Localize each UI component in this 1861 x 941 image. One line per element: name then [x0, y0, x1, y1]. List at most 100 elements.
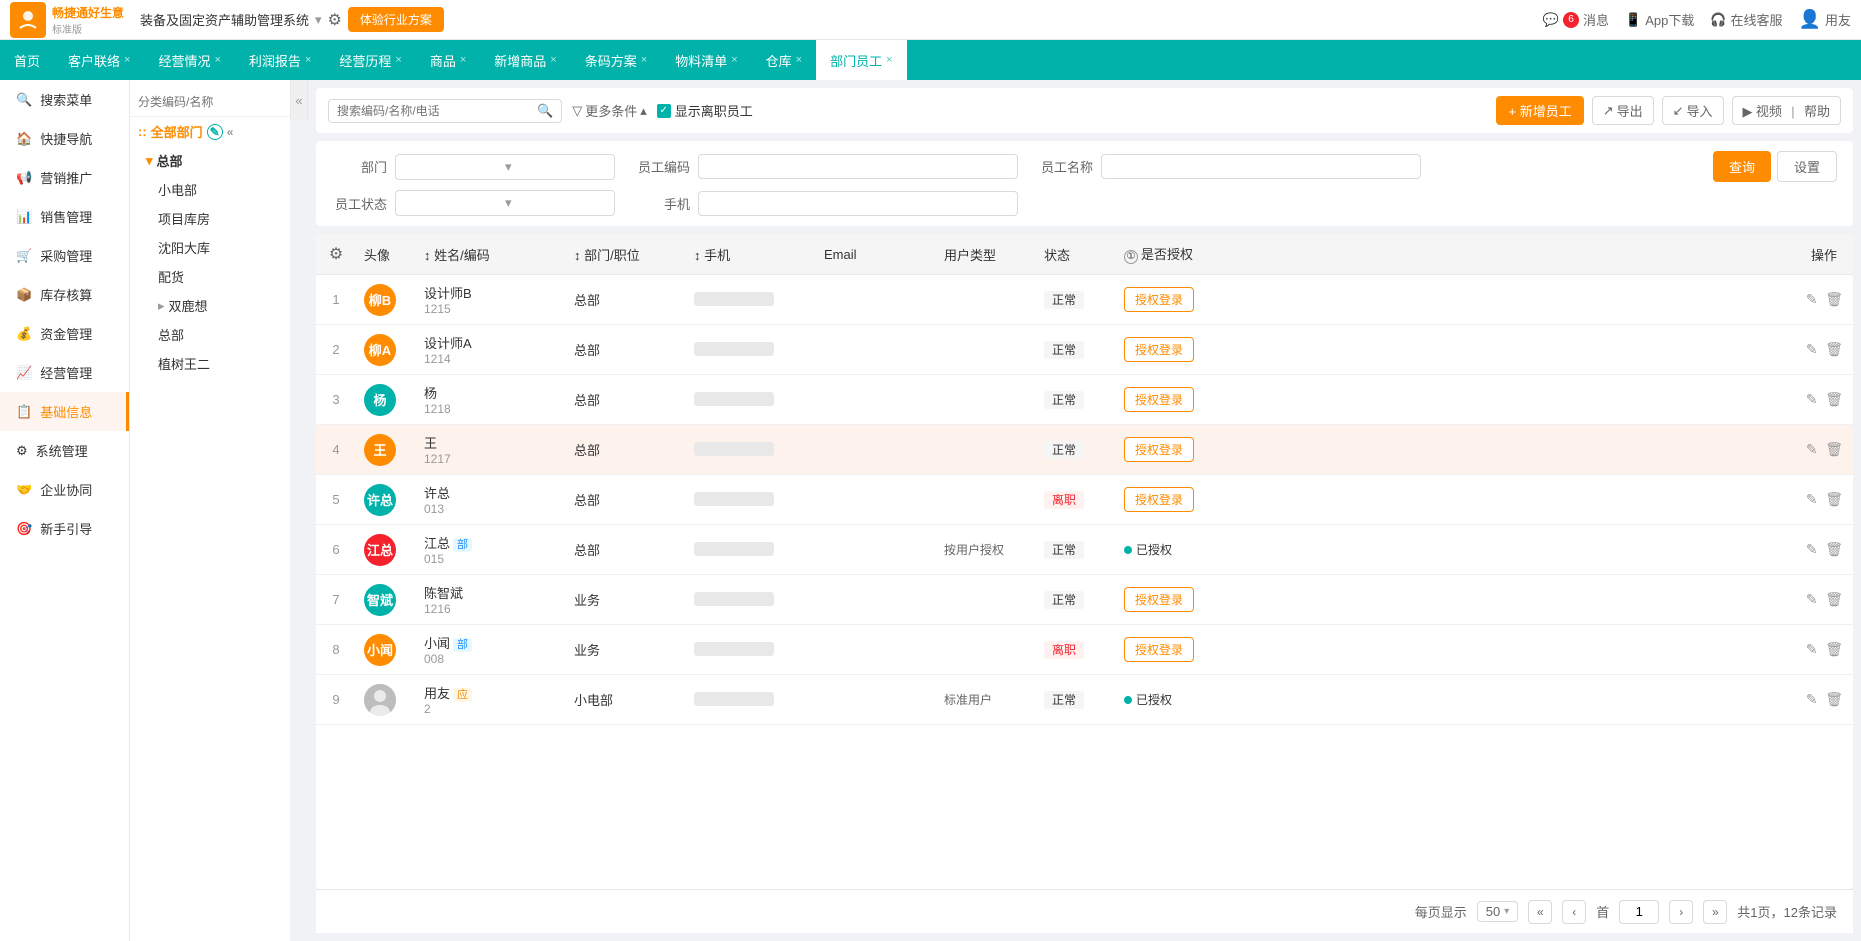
sidebar-item-营销推广[interactable]: 📢营销推广 — [0, 158, 129, 197]
auth-btn[interactable]: 授权登录 — [1124, 337, 1194, 362]
first-page-btn[interactable]: « — [1528, 900, 1552, 924]
all-dept-edit-icon[interactable]: ✎ — [207, 124, 223, 140]
collapse-tree-btn[interactable]: « — [290, 80, 308, 120]
edit-icon[interactable]: ✎ — [1806, 491, 1818, 507]
filter-name-input[interactable] — [1101, 154, 1421, 179]
all-dept-node[interactable]: :: 全部部门 ✎ « — [130, 117, 290, 146]
delete-icon[interactable]: 🗑 — [1825, 291, 1843, 307]
edit-icon[interactable]: ✎ — [1806, 391, 1818, 407]
sidebar-item-系统管理[interactable]: ⚙系统管理 — [0, 431, 129, 470]
tree-search-input[interactable] — [138, 95, 290, 109]
edit-icon[interactable]: ✎ — [1806, 641, 1818, 657]
view-button[interactable]: ▶ 视频 | 帮助 — [1732, 96, 1841, 125]
auth-btn[interactable]: 授权登录 — [1124, 587, 1194, 612]
col-settings[interactable]: ⚙ — [316, 234, 356, 275]
nav-tab-新增商品[interactable]: 新增商品 × — [480, 40, 570, 80]
tab-close-icon[interactable]: × — [550, 54, 556, 66]
col-name[interactable]: ↕ 姓名/编码 — [416, 234, 566, 275]
nav-tab-客户联络[interactable]: 客户联络 × — [54, 40, 144, 80]
import-button[interactable]: ↙ 导入 — [1662, 96, 1724, 125]
tree-node-xiaodianbu[interactable]: 小电部 — [142, 175, 290, 204]
sidebar-item-资金管理[interactable]: 💰资金管理 — [0, 314, 129, 353]
nav-tab-物料清单[interactable]: 物料清单 × — [661, 40, 751, 80]
sidebar-item-经营管理[interactable]: 📈经营管理 — [0, 353, 129, 392]
sidebar-item-搜索菜单[interactable]: 🔍搜索菜单 — [0, 80, 129, 119]
tree-node-shenyang[interactable]: 沈阳大库 — [142, 233, 290, 262]
delete-icon[interactable]: 🗑 — [1825, 691, 1843, 707]
user-area[interactable]: 👤 用友 — [1799, 9, 1851, 30]
tab-close-icon[interactable]: × — [214, 54, 220, 66]
per-page-select[interactable]: 50 ▾ — [1477, 901, 1519, 922]
edit-icon[interactable]: ✎ — [1806, 441, 1818, 457]
nav-tab-条码方案[interactable]: 条码方案 × — [571, 40, 661, 80]
tab-close-icon[interactable]: × — [124, 54, 130, 66]
auth-btn[interactable]: 授权登录 — [1124, 387, 1194, 412]
sidebar-item-快捷导航[interactable]: 🏠快捷导航 — [0, 119, 129, 158]
filter-status-select[interactable]: ▾ — [395, 190, 615, 216]
tree-node-shuanglu[interactable]: ▸ 双鹿想 — [142, 291, 290, 320]
delete-icon[interactable]: 🗑 — [1825, 341, 1843, 357]
edit-icon[interactable]: ✎ — [1806, 341, 1818, 357]
auth-btn[interactable]: 授权登录 — [1124, 637, 1194, 662]
nav-tab-首页[interactable]: 首页 — [0, 40, 54, 80]
export-button[interactable]: ↗ 导出 — [1592, 96, 1654, 125]
tab-close-icon[interactable]: × — [305, 54, 311, 66]
col-dept[interactable]: ↕ 部门/职位 — [566, 234, 686, 275]
edit-icon[interactable]: ✎ — [1806, 691, 1818, 707]
tab-close-icon[interactable]: × — [796, 54, 802, 66]
auth-btn[interactable]: 授权登录 — [1124, 287, 1194, 312]
settings-button[interactable]: 设置 — [1777, 151, 1837, 182]
delete-icon[interactable]: 🗑 — [1825, 491, 1843, 507]
prev-page-btn[interactable]: ‹ — [1562, 900, 1586, 924]
sidebar-item-基础信息[interactable]: 📋基础信息 — [0, 392, 129, 431]
next-page-btn[interactable]: › — [1669, 900, 1693, 924]
message-icon-area[interactable]: 💬 6 消息 — [1543, 10, 1609, 29]
query-button[interactable]: 查询 — [1713, 151, 1771, 182]
show-resign-toggle[interactable]: ✓ 显示离职员工 — [657, 101, 753, 120]
col-phone[interactable]: ↕ 手机 — [686, 234, 816, 275]
delete-icon[interactable]: 🗑 — [1825, 441, 1843, 457]
tree-node-xiangmu[interactable]: 项目库房 — [142, 204, 290, 233]
app-download-area[interactable]: 📱 App下载 — [1625, 10, 1694, 29]
search-submit-icon[interactable]: 🔍 — [537, 103, 553, 119]
sidebar-item-库存核算[interactable]: 📦库存核算 — [0, 275, 129, 314]
delete-icon[interactable]: 🗑 — [1825, 591, 1843, 607]
nav-tab-部门员工[interactable]: 部门员工 × — [816, 40, 906, 80]
tree-node-root[interactable]: ▾ 总部 — [130, 146, 290, 175]
delete-icon[interactable]: 🗑 — [1825, 641, 1843, 657]
tree-node-peihuo[interactable]: 配货 — [142, 262, 290, 291]
sidebar-item-采购管理[interactable]: 🛒采购管理 — [0, 236, 129, 275]
edit-icon[interactable]: ✎ — [1806, 541, 1818, 557]
edit-icon[interactable]: ✎ — [1806, 591, 1818, 607]
nav-tab-经营历程[interactable]: 经营历程 × — [325, 40, 415, 80]
auth-btn[interactable]: 授权登录 — [1124, 487, 1194, 512]
sidebar-item-销售管理[interactable]: 📊销售管理 — [0, 197, 129, 236]
nav-tab-商品[interactable]: 商品 × — [416, 40, 480, 80]
nav-tab-经营情况[interactable]: 经营情况 × — [144, 40, 234, 80]
add-employee-button[interactable]: + 新增员工 — [1496, 96, 1583, 125]
tab-close-icon[interactable]: × — [731, 54, 737, 66]
filter-dept-select[interactable]: ▾ — [395, 154, 615, 180]
sidebar-item-新手引导[interactable]: 🎯新手引导 — [0, 509, 129, 548]
collapse-all-icon[interactable]: « — [227, 125, 234, 139]
tab-close-icon[interactable]: × — [641, 54, 647, 66]
experience-button[interactable]: 体验行业方案 — [348, 7, 444, 32]
filter-code-input[interactable] — [698, 154, 1018, 179]
nav-tab-利润报告[interactable]: 利润报告 × — [235, 40, 325, 80]
gear-icon[interactable]: ⚙ — [328, 10, 342, 30]
tab-close-icon[interactable]: × — [886, 54, 892, 66]
dropdown-icon[interactable]: ▾ — [315, 12, 322, 28]
tab-close-icon[interactable]: × — [395, 54, 401, 66]
tab-close-icon[interactable]: × — [460, 54, 466, 66]
delete-icon[interactable]: 🗑 — [1825, 541, 1843, 557]
page-input[interactable] — [1619, 900, 1659, 924]
filter-more-btn[interactable]: ▽ 更多条件 ▴ — [572, 101, 647, 120]
search-input[interactable] — [337, 104, 537, 118]
sidebar-item-企业协同[interactable]: 🤝企业协同 — [0, 470, 129, 509]
auth-btn[interactable]: 授权登录 — [1124, 437, 1194, 462]
delete-icon[interactable]: 🗑 — [1825, 391, 1843, 407]
nav-tab-仓库[interactable]: 仓库 × — [752, 40, 816, 80]
edit-icon[interactable]: ✎ — [1806, 291, 1818, 307]
tree-node-zhishu[interactable]: 植树王二 — [142, 349, 290, 378]
last-page-btn[interactable]: » — [1703, 900, 1727, 924]
